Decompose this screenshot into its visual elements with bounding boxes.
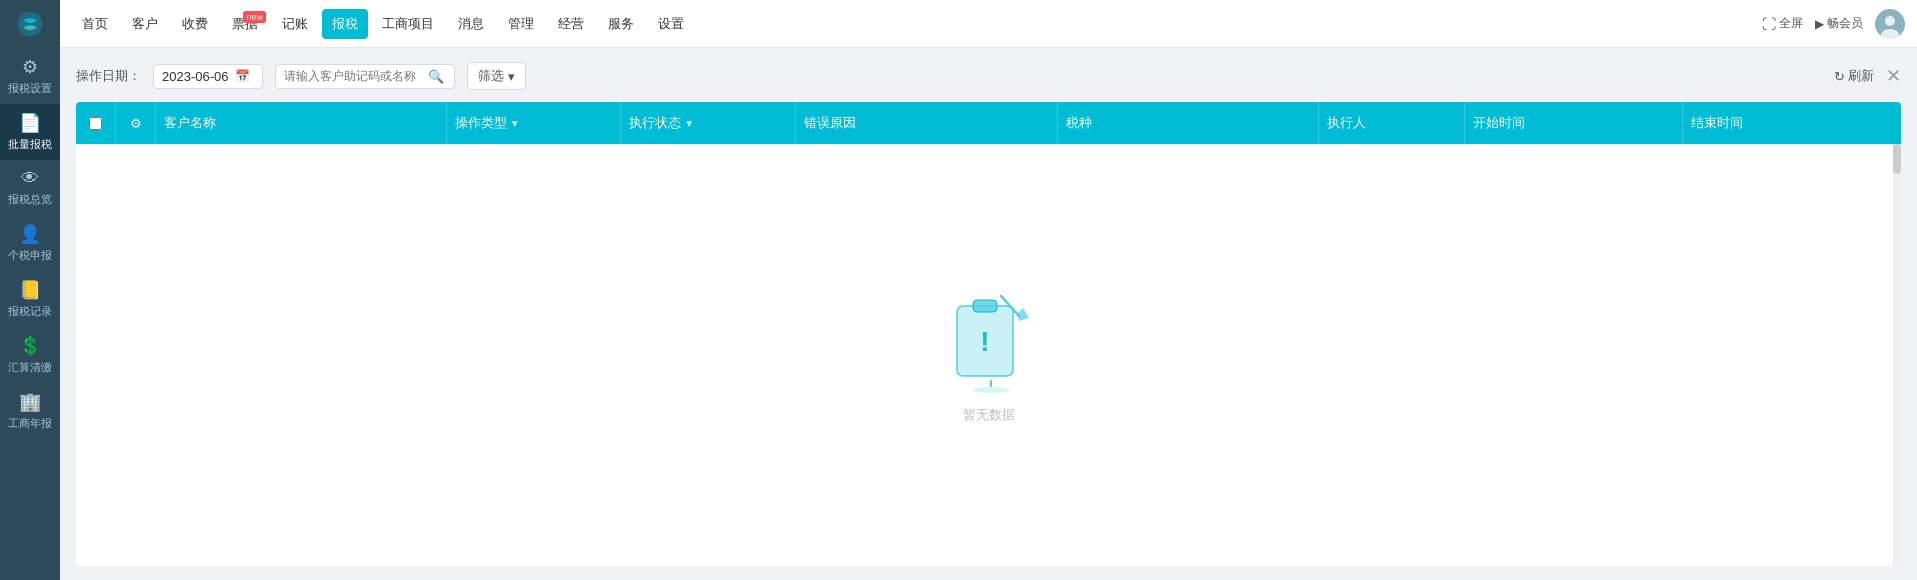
settings-icon: ⚙ xyxy=(130,116,142,131)
nav-invoice[interactable]: 票据 new xyxy=(222,9,268,39)
fullscreen-button[interactable]: ⛶ 全屏 xyxy=(1762,15,1803,32)
table-body: ! 暂无数据 xyxy=(76,144,1901,566)
sidebar-item-baoshui-shezhi[interactable]: ⚙ 报税设置 xyxy=(0,48,60,104)
calendar-icon: 📅 xyxy=(235,69,250,83)
sidebar: ⚙ 报税设置 📄 批量报税 👁 报税总览 👤 个税申报 📒 报税记录 💲 汇算清… xyxy=(0,0,60,580)
member-label: 畅会员 xyxy=(1827,15,1863,32)
th-client-name: 客户名称 xyxy=(156,102,447,144)
date-value: 2023-06-06 xyxy=(162,69,229,84)
refresh-label: 刷新 xyxy=(1848,67,1874,85)
sidebar-item-label: 批量报税 xyxy=(8,137,52,152)
empty-state: ! 暂无数据 xyxy=(939,286,1039,424)
sidebar-item-baoshui-zonglang[interactable]: 👁 报税总览 xyxy=(0,160,60,215)
sidebar-item-baoshui-jilu[interactable]: 📒 报税记录 xyxy=(0,271,60,327)
date-label: 操作日期： xyxy=(76,67,141,85)
refresh-icon: ↻ xyxy=(1834,69,1845,84)
nav-settings[interactable]: 设置 xyxy=(648,9,694,39)
nav-home[interactable]: 首页 xyxy=(72,9,118,39)
th-end-time: 结束时间 xyxy=(1683,102,1901,144)
sidebar-item-label: 报税设置 xyxy=(8,81,52,96)
th-checkbox[interactable] xyxy=(76,102,116,144)
topnav-right: ⛶ 全屏 ▶ 畅会员 xyxy=(1762,9,1905,39)
sort-icon-exec-status: ▼ xyxy=(684,118,694,129)
th-exec-status[interactable]: 执行状态 ▼ xyxy=(621,102,796,144)
sidebar-item-label: 汇算清缴 xyxy=(8,360,52,375)
invoice-badge: new xyxy=(243,11,266,23)
th-executor: 执行人 xyxy=(1319,102,1464,144)
member-button[interactable]: ▶ 畅会员 xyxy=(1815,15,1863,32)
th-settings[interactable]: ⚙ xyxy=(116,102,156,144)
baoshui-jilu-icon: 📒 xyxy=(19,279,41,301)
filter-label: 筛选 xyxy=(478,67,504,85)
search-input[interactable] xyxy=(284,69,424,83)
sort-icon-operation-type: ▼ xyxy=(510,118,520,129)
th-tax-type: 税种 xyxy=(1058,102,1320,144)
sidebar-item-geshui-shenbao[interactable]: 👤 个税申报 xyxy=(0,215,60,271)
fullscreen-label: 全屏 xyxy=(1779,15,1803,32)
refresh-button[interactable]: ↻ 刷新 xyxy=(1834,67,1874,85)
svg-marker-10 xyxy=(1017,308,1029,321)
date-input[interactable]: 2023-06-06 📅 xyxy=(153,64,263,89)
baoshui-zonglang-icon: 👁 xyxy=(21,168,39,189)
svg-point-12 xyxy=(973,387,1009,393)
nav-operation[interactable]: 经营 xyxy=(548,9,594,39)
baoshui-shezhi-icon: ⚙ xyxy=(22,56,38,78)
nav-service[interactable]: 服务 xyxy=(598,9,644,39)
sidebar-item-label: 工商年报 xyxy=(8,416,52,431)
scrollbar-track[interactable] xyxy=(1893,144,1901,566)
piliang-baoshui-icon: 📄 xyxy=(19,112,41,134)
sidebar-item-label: 报税总览 xyxy=(8,192,52,207)
toolbar: 操作日期： 2023-06-06 📅 🔍 筛选 ▾ ↻ 刷新 ✕ xyxy=(76,62,1901,90)
table-container: ⚙ 客户名称 操作类型 ▼ 执行状态 ▼ 错误原因 税种 xyxy=(76,102,1901,566)
nav-bookkeeping[interactable]: 记账 xyxy=(272,9,318,39)
toolbar-right: ↻ 刷新 ✕ xyxy=(1834,67,1901,85)
empty-text: 暂无数据 xyxy=(963,406,1015,424)
filter-button[interactable]: 筛选 ▾ xyxy=(467,62,526,90)
fullscreen-icon: ⛶ xyxy=(1762,16,1776,32)
nav-tax[interactable]: 报税 xyxy=(322,9,368,39)
nav-manage[interactable]: 管理 xyxy=(498,9,544,39)
th-operation-type[interactable]: 操作类型 ▼ xyxy=(447,102,622,144)
top-navigation: 首页 客户 收费 票据 new 记账 报税 工商项目 消息 管理 经营 服务 设… xyxy=(60,0,1917,48)
play-icon: ▶ xyxy=(1815,17,1824,31)
user-avatar[interactable] xyxy=(1875,9,1905,39)
sidebar-item-piliang-baoshui[interactable]: 📄 批量报税 xyxy=(0,104,60,160)
nav-customer[interactable]: 客户 xyxy=(122,9,168,39)
close-button[interactable]: ✕ xyxy=(1886,67,1901,85)
table-header: ⚙ 客户名称 操作类型 ▼ 执行状态 ▼ 错误原因 税种 xyxy=(76,102,1901,144)
sidebar-item-hisuan-jiaoshu[interactable]: 💲 汇算清缴 xyxy=(0,327,60,383)
th-error-reason: 错误原因 xyxy=(796,102,1058,144)
hisuan-jiaoshu-icon: 💲 xyxy=(19,335,41,357)
search-box[interactable]: 🔍 xyxy=(275,64,455,89)
chevron-down-icon: ▾ xyxy=(508,69,515,84)
nav-business[interactable]: 工商项目 xyxy=(372,9,444,39)
content-area: 操作日期： 2023-06-06 📅 🔍 筛选 ▾ ↻ 刷新 ✕ xyxy=(60,48,1917,580)
gongshang-nianbao-icon: 🏢 xyxy=(19,391,41,413)
th-start-time: 开始时间 xyxy=(1465,102,1683,144)
search-icon: 🔍 xyxy=(428,69,444,84)
geshui-shenbao-icon: 👤 xyxy=(19,223,41,245)
select-all-checkbox[interactable] xyxy=(89,117,102,130)
svg-rect-6 xyxy=(973,300,997,312)
sidebar-item-label: 个税申报 xyxy=(8,248,52,263)
nav-fees[interactable]: 收费 xyxy=(172,9,218,39)
empty-illustration: ! xyxy=(939,286,1039,396)
main-area: 首页 客户 收费 票据 new 记账 报税 工商项目 消息 管理 经营 服务 设… xyxy=(60,0,1917,580)
svg-point-0 xyxy=(18,12,43,37)
sidebar-item-gongshang-nianbao[interactable]: 🏢 工商年报 xyxy=(0,383,60,439)
svg-text:!: ! xyxy=(980,326,989,357)
scrollbar-thumb xyxy=(1893,144,1901,174)
svg-point-2 xyxy=(1885,16,1895,26)
app-logo xyxy=(0,0,60,48)
sidebar-item-label: 报税记录 xyxy=(8,304,52,319)
nav-items: 首页 客户 收费 票据 new 记账 报税 工商项目 消息 管理 经营 服务 设… xyxy=(72,9,1762,39)
nav-message[interactable]: 消息 xyxy=(448,9,494,39)
